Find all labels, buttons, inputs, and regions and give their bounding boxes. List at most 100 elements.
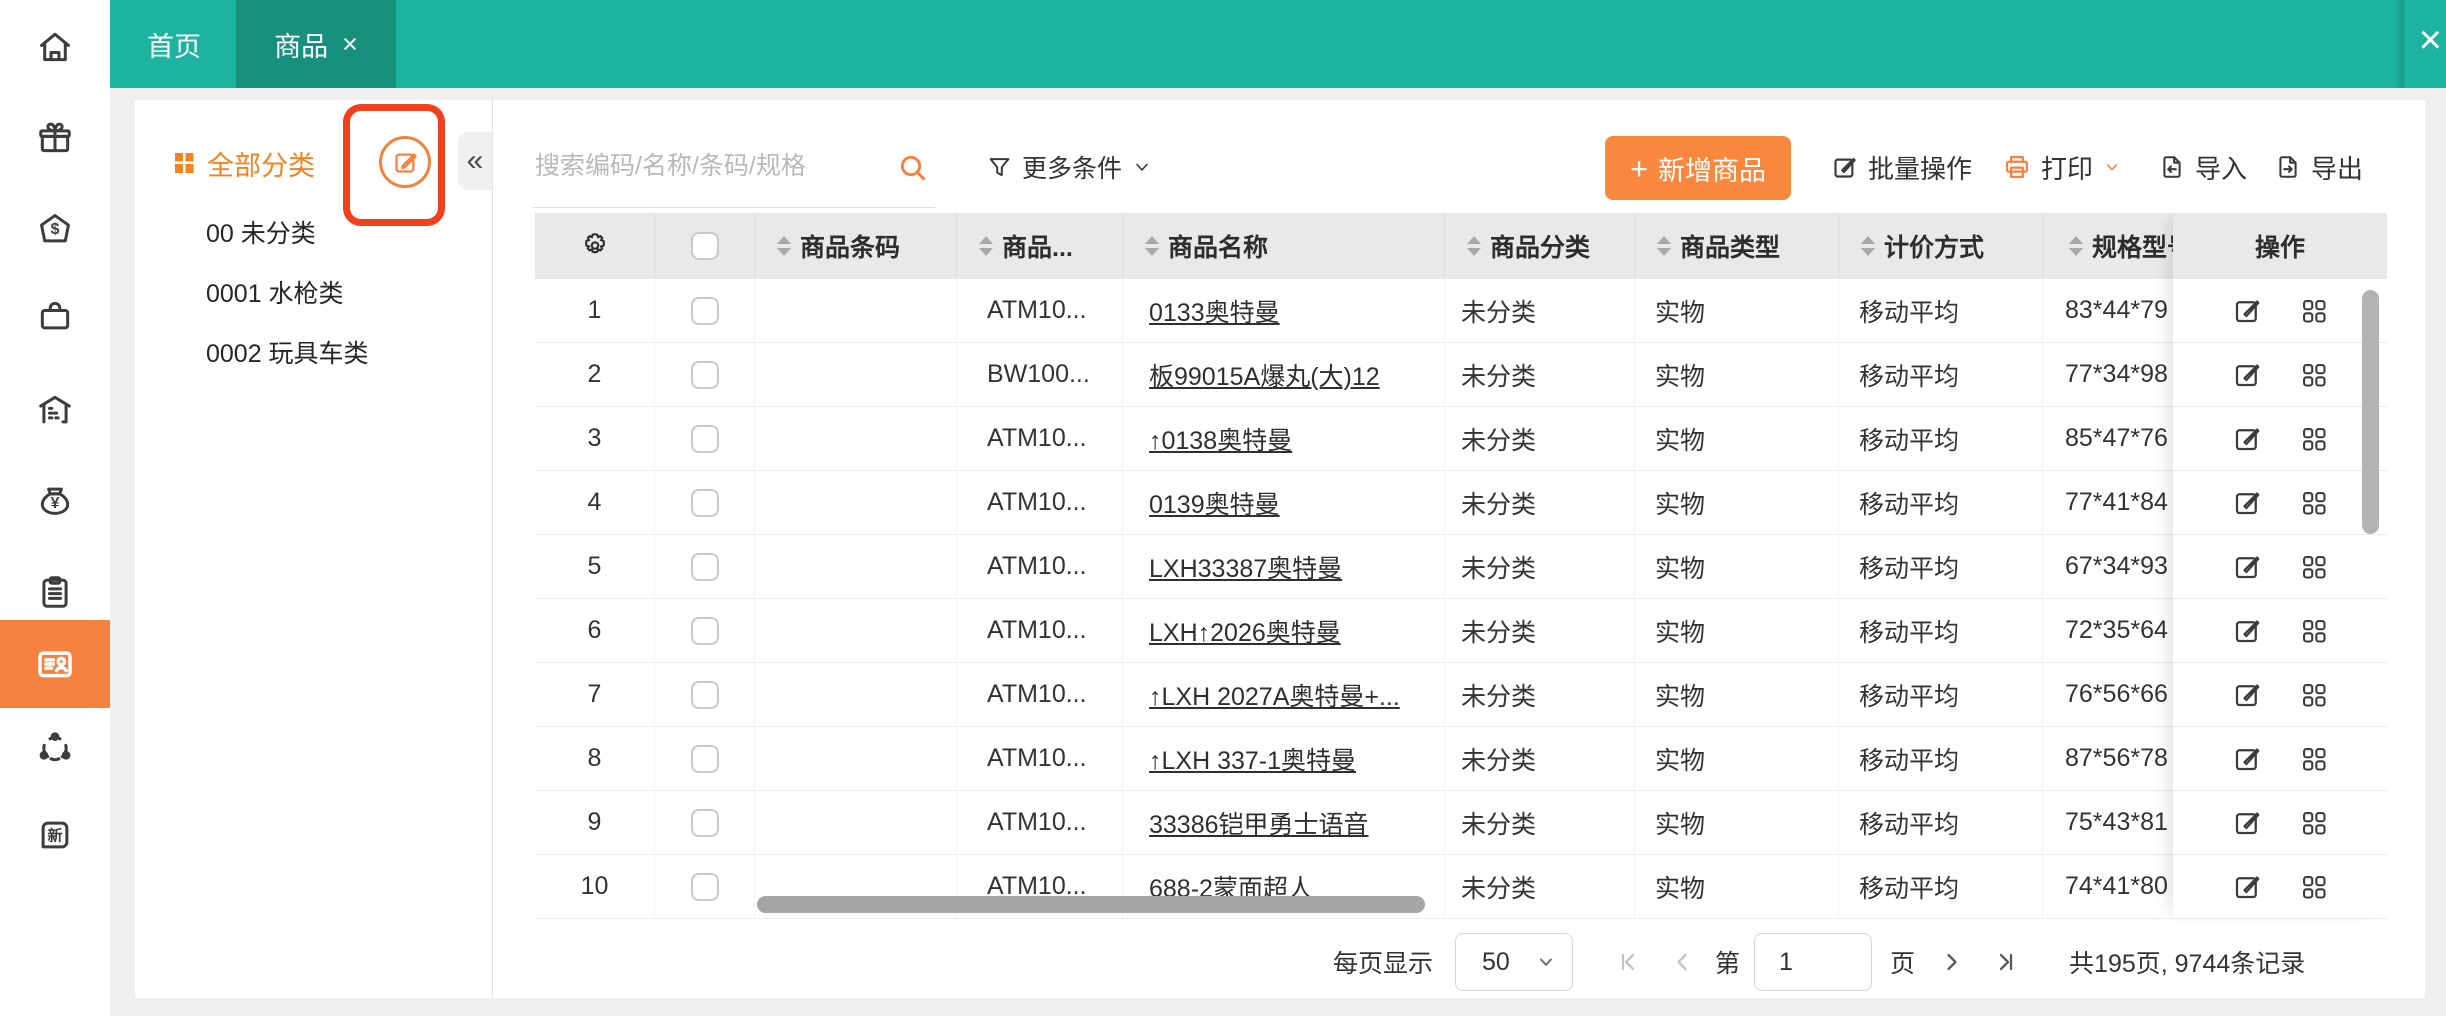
import-button[interactable]: 导入 <box>2159 126 2247 208</box>
header-code[interactable]: 商品... <box>957 213 1123 279</box>
row-checkbox[interactable] <box>690 808 719 837</box>
category-root[interactable]: 全部分类 <box>175 136 315 190</box>
grid-actions-icon[interactable] <box>2300 745 2328 773</box>
table-row: 8 ATM10... ↑LXH 337-1奥特曼 未分类 实物 移动平均 87*56*78 <box>535 727 2387 791</box>
grid-actions-icon[interactable] <box>2300 681 2328 709</box>
edit-row-icon[interactable] <box>2232 424 2262 454</box>
product-name-link[interactable]: 0133奥特曼 <box>1149 293 1280 329</box>
collapse-panel-button[interactable]: « <box>458 132 492 190</box>
header-type[interactable]: 商品类型 <box>1635 213 1839 279</box>
next-page-button[interactable] <box>1939 950 1963 974</box>
horizontal-scrollbar[interactable] <box>757 896 1425 913</box>
product-name-link[interactable]: 0139奥特曼 <box>1149 485 1280 521</box>
edit-row-icon[interactable] <box>2232 808 2262 838</box>
tab-close-icon[interactable]: × <box>342 30 358 58</box>
page-number-input[interactable] <box>1754 933 1873 991</box>
grid-actions-icon[interactable] <box>2300 809 2328 837</box>
search-input[interactable] <box>533 126 935 207</box>
sort-icon[interactable] <box>1467 236 1481 256</box>
vertical-scrollbar[interactable] <box>2362 290 2379 534</box>
checkbox-cell <box>655 471 755 534</box>
select-all-checkbox[interactable] <box>690 232 719 260</box>
sort-icon[interactable] <box>979 236 993 256</box>
row-checkbox[interactable] <box>690 744 719 773</box>
header-pricing[interactable]: 计价方式 <box>1839 213 2043 279</box>
row-checkbox[interactable] <box>690 872 719 901</box>
edit-row-icon[interactable] <box>2232 872 2262 902</box>
sidebar-item-share[interactable] <box>0 712 110 784</box>
grid-actions-icon[interactable] <box>2300 553 2328 581</box>
sort-icon[interactable] <box>1145 236 1159 256</box>
edit-row-icon[interactable] <box>2232 488 2262 518</box>
per-page-select[interactable]: 50 <box>1455 933 1574 991</box>
product-name-link[interactable]: LXH↑2026奥特曼 <box>1149 613 1341 649</box>
sort-icon[interactable] <box>777 236 791 256</box>
category-item[interactable]: 00 未分类 <box>135 202 492 262</box>
edit-row-icon[interactable] <box>2232 360 2262 390</box>
edit-row-icon[interactable] <box>2232 552 2262 582</box>
export-doc-icon <box>2275 154 2301 180</box>
batch-operations-button[interactable]: 批量操作 <box>1831 126 1972 208</box>
sidebar-item-gift[interactable] <box>0 102 110 174</box>
grid-actions-icon[interactable] <box>2300 297 2328 325</box>
sidebar-item-warehouse[interactable] <box>0 374 110 446</box>
header-category[interactable]: 商品分类 <box>1445 213 1635 279</box>
grid-actions-icon[interactable] <box>2300 617 2328 645</box>
row-checkbox[interactable] <box>690 360 719 389</box>
edit-row-icon[interactable] <box>2232 296 2262 326</box>
sidebar-item-home[interactable] <box>0 11 110 83</box>
row-checkbox[interactable] <box>690 680 719 709</box>
product-name-link[interactable]: 板99015A爆丸(大)12 <box>1149 357 1380 393</box>
sort-icon[interactable] <box>2069 236 2083 256</box>
row-checkbox[interactable] <box>690 488 719 517</box>
sidebar-item-reports[interactable] <box>0 556 110 628</box>
product-name-link[interactable]: 33386铠甲勇士语音 <box>1149 805 1369 841</box>
product-name-link[interactable]: LXH33387奥特曼 <box>1149 549 1342 585</box>
tab-products[interactable]: 商品 × <box>236 0 396 88</box>
row-checkbox[interactable] <box>690 552 719 581</box>
header-barcode[interactable]: 商品条码 <box>755 213 957 279</box>
sidebar-item-purchase[interactable] <box>0 280 110 352</box>
sort-icon[interactable] <box>1861 236 1875 256</box>
row-checkbox[interactable] <box>690 616 719 645</box>
checkbox-cell <box>655 727 755 790</box>
cell-barcode <box>755 407 957 470</box>
grid-actions-icon[interactable] <box>2300 873 2328 901</box>
window-close-icon[interactable]: × <box>2419 20 2442 60</box>
edit-row-icon[interactable] <box>2232 680 2262 710</box>
row-checkbox[interactable] <box>690 424 719 453</box>
product-name-link[interactable]: ↑LXH 337-1奥特曼 <box>1149 741 1356 777</box>
svg-text:¥: ¥ <box>51 495 60 512</box>
category-item[interactable]: 0001 水枪类 <box>135 262 492 322</box>
cell-category: 未分类 <box>1445 663 1635 726</box>
sidebar-item-sales[interactable]: $ <box>0 193 110 265</box>
product-name-link[interactable]: ↑LXH 2027A奥特曼+... <box>1149 677 1400 713</box>
sidebar-item-products-active[interactable] <box>0 620 110 708</box>
tab-home[interactable]: 首页 <box>114 0 234 88</box>
last-page-button[interactable] <box>1993 950 2017 974</box>
more-filters-button[interactable]: 更多条件 <box>987 126 1152 208</box>
first-page-button[interactable] <box>1617 950 1641 974</box>
search-icon[interactable] <box>897 152 929 184</box>
export-button[interactable]: 导出 <box>2275 126 2363 208</box>
product-name-link[interactable]: ↑0138奥特曼 <box>1149 421 1292 457</box>
column-settings-button[interactable] <box>535 213 655 279</box>
sort-icon[interactable] <box>1657 236 1671 256</box>
edit-row-icon[interactable] <box>2232 616 2262 646</box>
edit-category-button[interactable] <box>379 136 431 188</box>
print-button[interactable]: 打印 <box>2003 126 2121 208</box>
grid-actions-icon[interactable] <box>2300 489 2328 517</box>
header-name[interactable]: 商品名称 <box>1123 213 1445 279</box>
products-table: 商品条码 商品... 商品名称 商品分类 商品类型 计价方式 规格型号 1 ATM… <box>535 213 2387 919</box>
row-checkbox[interactable] <box>690 296 719 325</box>
chevron-down-icon <box>1132 157 1152 177</box>
category-item[interactable]: 0002 玩具车类 <box>135 322 492 382</box>
prev-page-button[interactable] <box>1671 950 1695 974</box>
grid-actions-icon[interactable] <box>2300 425 2328 453</box>
pagination-bar: 每页显示 50 第 页 共195页, 9744条记录 <box>1333 930 2305 994</box>
add-product-button[interactable]: + 新增商品 <box>1605 136 1791 200</box>
edit-row-icon[interactable] <box>2232 744 2262 774</box>
sidebar-item-finance[interactable]: ¥ <box>0 465 110 537</box>
sidebar-item-new[interactable]: 新 <box>0 799 110 871</box>
grid-actions-icon[interactable] <box>2300 361 2328 389</box>
